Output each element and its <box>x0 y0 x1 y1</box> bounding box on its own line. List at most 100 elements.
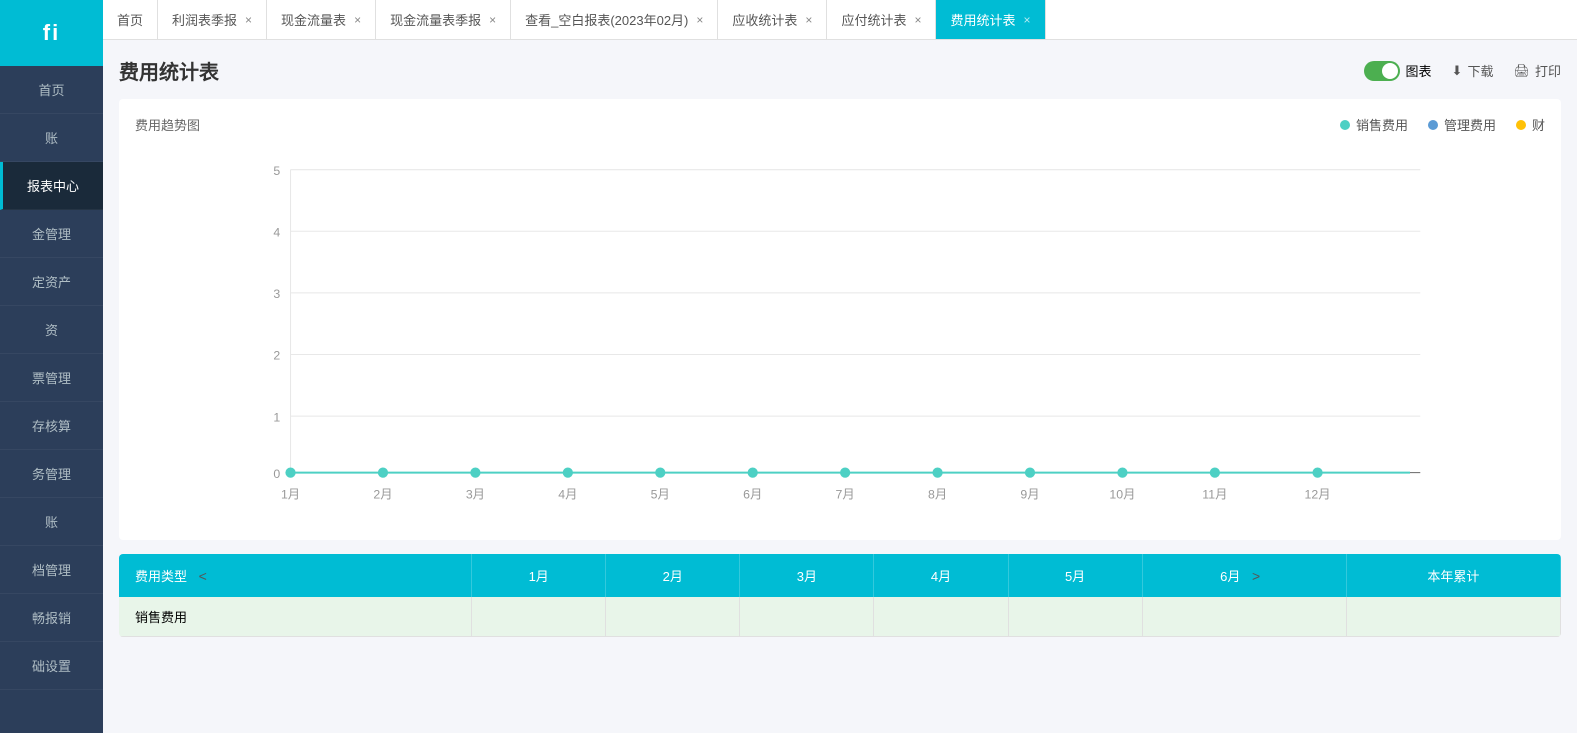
x-label-nov: 11月 <box>1202 487 1227 501</box>
sidebar: fi 首页 账 报表中心 金管理 定资产 资 票管理 存核算 务管理 账 档管理… <box>0 0 103 733</box>
row-val-4 <box>874 597 1008 637</box>
point-nov <box>1210 468 1220 478</box>
tab-close-payable[interactable]: × <box>914 13 921 27</box>
point-aug <box>932 468 942 478</box>
point-dec <box>1312 468 1322 478</box>
col-month-3: 3月 <box>740 554 874 597</box>
chart-toggle[interactable] <box>1364 61 1400 81</box>
col-month-1: 1月 <box>472 554 606 597</box>
col-ytd: 本年累计 <box>1346 554 1560 597</box>
legend-label-sales: 销售费用 <box>1356 115 1408 134</box>
point-jul <box>840 468 850 478</box>
x-label-jan: 1月 <box>281 487 300 501</box>
x-label-apr: 4月 <box>558 487 577 501</box>
print-icon: 🖨 <box>1513 63 1530 79</box>
sidebar-item-archive[interactable]: 档管理 <box>0 546 103 594</box>
col-month-5: 5月 <box>1008 554 1142 597</box>
legend-dot-finance <box>1516 120 1526 130</box>
sidebar-item-expense[interactable]: 畅报销 <box>0 594 103 642</box>
col-type: 费用类型 < <box>119 554 472 597</box>
expense-table: 费用类型 < 1月 2月 3月 4月 5月 6月 > 本年累计 <box>119 554 1561 637</box>
sidebar-item-cash[interactable]: 金管理 <box>0 210 103 258</box>
legend-dot-sales <box>1340 120 1350 130</box>
point-jan <box>285 468 295 478</box>
tab-cashflow-quarterly[interactable]: 现金流量表季报 × <box>376 0 511 40</box>
tab-close-cashflow[interactable]: × <box>354 13 361 27</box>
download-button[interactable]: ⬇ 下载 <box>1452 61 1494 80</box>
table-row: 销售费用 <box>119 597 1561 637</box>
chart-title: 费用趋势图 <box>135 115 200 134</box>
sidebar-item-ledger[interactable]: 账 <box>0 498 103 546</box>
chart-header: 费用趋势图 销售费用 管理费用 财 <box>135 115 1545 134</box>
nav-prev-button[interactable]: < <box>191 568 215 584</box>
row-val-5 <box>1008 597 1142 637</box>
nav-next-button[interactable]: > <box>1244 568 1268 584</box>
x-label-dec: 12月 <box>1305 487 1331 501</box>
y-label-0: 0 <box>273 467 280 481</box>
chart-toggle-wrap: 图表 <box>1364 61 1432 81</box>
row-val-2 <box>606 597 740 637</box>
legend-finance: 财 <box>1516 115 1545 134</box>
tab-close-blank-report[interactable]: × <box>696 13 703 27</box>
x-label-sep: 9月 <box>1020 487 1039 501</box>
point-may <box>655 468 665 478</box>
tab-expense[interactable]: 费用统计表 × <box>936 0 1045 40</box>
sidebar-item-home[interactable]: 首页 <box>0 66 103 114</box>
x-label-feb: 2月 <box>373 487 392 501</box>
tab-receivable[interactable]: 应收统计表 × <box>718 0 827 40</box>
row-label-sales: 销售费用 <box>119 597 472 637</box>
x-label-oct: 10月 <box>1109 487 1135 501</box>
chart-legend: 销售费用 管理费用 财 <box>1340 115 1545 134</box>
sidebar-item-settings[interactable]: 础设置 <box>0 642 103 690</box>
sidebar-item-capital[interactable]: 资 <box>0 306 103 354</box>
tab-close-expense[interactable]: × <box>1023 13 1030 27</box>
legend-dot-admin <box>1428 120 1438 130</box>
tab-home[interactable]: 首页 <box>103 0 158 40</box>
legend-label-admin: 管理费用 <box>1444 115 1496 134</box>
x-label-jul: 7月 <box>836 487 855 501</box>
tab-payable[interactable]: 应付统计表 × <box>827 0 936 40</box>
chart-card: 费用趋势图 销售费用 管理费用 财 <box>119 99 1561 540</box>
row-val-6 <box>1142 597 1346 637</box>
row-val-3 <box>740 597 874 637</box>
chart-svg-container: 5 4 3 2 1 0 <box>135 144 1545 524</box>
row-val-1 <box>472 597 606 637</box>
sidebar-item-invoice[interactable]: 票管理 <box>0 354 103 402</box>
sidebar-item-assets[interactable]: 定资产 <box>0 258 103 306</box>
tab-close-profit-quarterly[interactable]: × <box>245 13 252 27</box>
content-area: 费用统计表 图表 ⬇ 下载 🖨 打印 费用趋势图 <box>103 40 1577 733</box>
sidebar-logo: fi <box>0 0 103 66</box>
y-label-5: 5 <box>273 164 280 178</box>
tab-close-cashflow-quarterly[interactable]: × <box>489 13 496 27</box>
chart-svg: 5 4 3 2 1 0 <box>135 144 1545 524</box>
sidebar-item-account[interactable]: 账 <box>0 114 103 162</box>
legend-admin: 管理费用 <box>1428 115 1496 134</box>
col-month-2: 2月 <box>606 554 740 597</box>
legend-sales: 销售费用 <box>1340 115 1408 134</box>
download-icon: ⬇ <box>1452 63 1463 79</box>
print-button[interactable]: 🖨 打印 <box>1513 61 1561 80</box>
col-month-4: 4月 <box>874 554 1008 597</box>
table-header-row: 费用类型 < 1月 2月 3月 4月 5月 6月 > 本年累计 <box>119 554 1561 597</box>
tab-blank-report[interactable]: 查看_空白报表(2023年02月) × <box>511 0 718 40</box>
x-label-mar: 3月 <box>466 487 485 501</box>
point-mar <box>470 468 480 478</box>
sidebar-item-reports[interactable]: 报表中心 <box>0 162 103 210</box>
point-oct <box>1117 468 1127 478</box>
row-val-ytd <box>1346 597 1560 637</box>
x-label-may: 5月 <box>651 487 670 501</box>
sidebar-item-inventory[interactable]: 存核算 <box>0 402 103 450</box>
page-header: 费用统计表 图表 ⬇ 下载 🖨 打印 <box>119 56 1561 85</box>
tab-profit-quarterly[interactable]: 利润表季报 × <box>158 0 267 40</box>
data-table-wrap: 费用类型 < 1月 2月 3月 4月 5月 6月 > 本年累计 <box>119 554 1561 637</box>
point-sep <box>1025 468 1035 478</box>
tab-close-receivable[interactable]: × <box>805 13 812 27</box>
point-feb <box>378 468 388 478</box>
col-month-6: 6月 > <box>1142 554 1346 597</box>
tab-cashflow[interactable]: 现金流量表 × <box>267 0 376 40</box>
x-label-jun: 6月 <box>743 487 762 501</box>
y-label-3: 3 <box>273 287 280 301</box>
point-apr <box>563 468 573 478</box>
sidebar-item-service[interactable]: 务管理 <box>0 450 103 498</box>
legend-label-finance: 财 <box>1532 115 1545 134</box>
